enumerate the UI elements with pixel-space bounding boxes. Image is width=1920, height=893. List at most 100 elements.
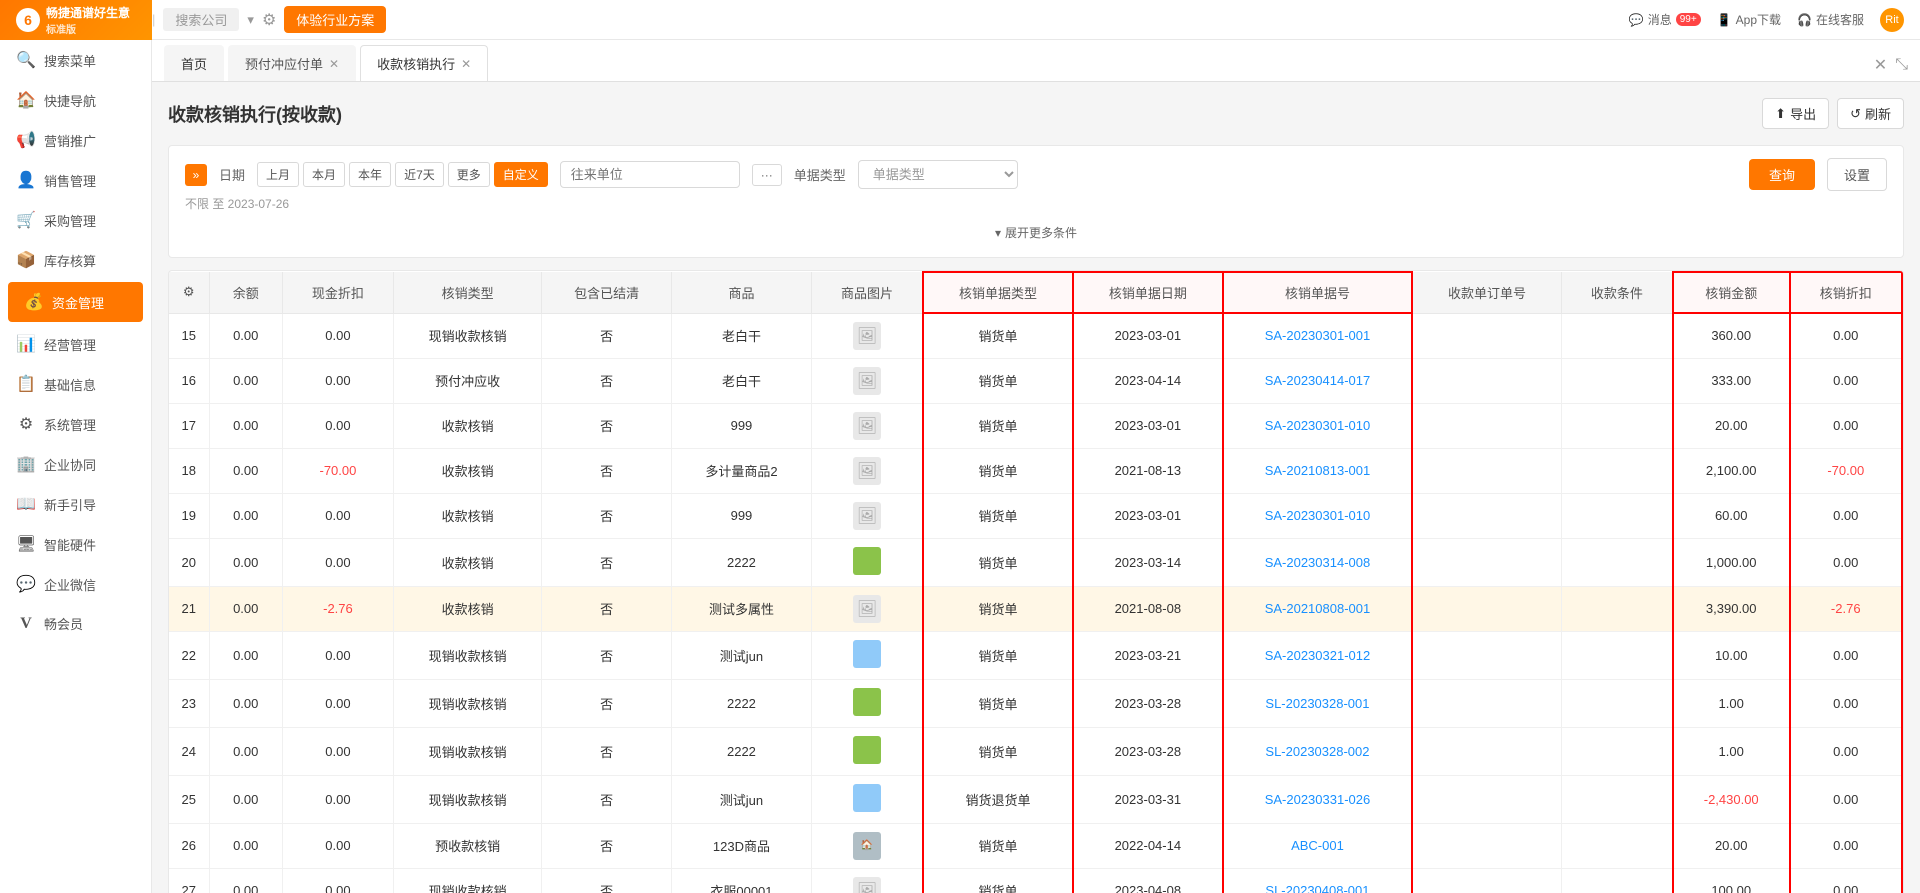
cancel-bill-no-link[interactable]: SA-20230301-010 [1265, 508, 1371, 523]
receipt-type-select[interactable]: 单据类型 [858, 160, 1018, 189]
messages-btn[interactable]: 💬 消息 99+ [1629, 11, 1701, 28]
cell-cancel-type: 现销收款核销 [393, 727, 541, 775]
cell-cancel-type: 预付冲应收 [393, 358, 541, 403]
cancel-bill-no-link[interactable]: SL-20230328-001 [1265, 696, 1369, 711]
sidebar-item-quick-nav[interactable]: 🏠 快捷导航 [0, 80, 151, 120]
user-avatar[interactable]: Rit [1880, 8, 1904, 32]
expand-more-btn[interactable]: ▾ 展开更多条件 [185, 220, 1887, 245]
gear-icon[interactable]: ⚙ [262, 10, 276, 30]
sidebar-item-marketing[interactable]: 📢 营销推广 [0, 120, 151, 160]
cancel-bill-no-link[interactable]: SA-20230301-010 [1265, 418, 1371, 433]
cell-receipt-condition [1561, 868, 1673, 893]
cell-balance: 0.00 [209, 727, 282, 775]
filter-expand-btn[interactable]: » [185, 164, 207, 186]
cancel-bill-no-link[interactable]: SA-20210808-001 [1265, 601, 1371, 616]
tab-expand-icon[interactable]: ⤡ [1895, 56, 1908, 74]
tab-home[interactable]: 首页 [164, 45, 224, 81]
tab-prepay-close[interactable]: ✕ [329, 57, 339, 71]
cancel-bill-no-link[interactable]: SL-20230408-001 [1265, 883, 1369, 893]
cell-include-settled: 否 [542, 727, 672, 775]
cell-cancel-bill-no[interactable]: SA-20230331-026 [1223, 775, 1412, 823]
table-row: 24 0.00 0.00 现销收款核销 否 2222 销货单 2023-03-2… [169, 727, 1902, 775]
refresh-btn[interactable]: ↺ 刷新 [1837, 98, 1904, 129]
setting-btn[interactable]: 设置 [1827, 158, 1887, 191]
export-btn[interactable]: ⬆ 导出 [1762, 98, 1829, 129]
cell-cancel-bill-no[interactable]: SA-20230301-010 [1223, 493, 1412, 538]
cell-cancel-bill-no[interactable]: SL-20230408-001 [1223, 868, 1412, 893]
sidebar-label-enterprise: 企业协同 [44, 455, 96, 474]
cell-cancel-type: 收款核销 [393, 586, 541, 631]
refresh-label: 刷新 [1865, 104, 1891, 123]
cell-cancel-bill-no[interactable]: SL-20230328-001 [1223, 679, 1412, 727]
cell-cash-discount: 0.00 [282, 823, 393, 868]
cell-cancel-bill-date: 2023-03-28 [1073, 679, 1223, 727]
cell-cancel-bill-no[interactable]: ABC-001 [1223, 823, 1412, 868]
cell-cancel-bill-no[interactable]: SA-20210813-001 [1223, 448, 1412, 493]
sidebar-item-hardware[interactable]: 🖥 智能硬件 [0, 524, 151, 564]
sidebar-item-inventory[interactable]: 📦 库存核算 [0, 240, 151, 280]
ellipsis-btn[interactable]: ··· [752, 164, 782, 186]
cell-cancel-bill-type: 销货单 [923, 631, 1073, 679]
cancel-bill-no-link[interactable]: ABC-001 [1291, 838, 1344, 853]
cancel-bill-no-link[interactable]: SA-20230301-001 [1265, 328, 1371, 343]
sidebar-item-enterprise[interactable]: 🏢 企业协同 [0, 444, 151, 484]
product-img-photo [853, 640, 881, 668]
online-service-btn[interactable]: 🎧 在线客服 [1797, 11, 1864, 28]
cell-cash-discount: -70.00 [282, 448, 393, 493]
cell-cancel-type: 预收款核销 [393, 823, 541, 868]
sidebar-item-member[interactable]: V 畅会员 [0, 604, 151, 643]
cell-product-img: 🖼 [811, 586, 923, 631]
col-setting[interactable]: ⚙ [169, 272, 209, 313]
cell-cancel-bill-no[interactable]: SA-20230321-012 [1223, 631, 1412, 679]
date-btn-last-month[interactable]: 上月 [257, 162, 299, 187]
cancel-bill-no-link[interactable]: SL-20230328-002 [1265, 744, 1369, 759]
sidebar-item-system[interactable]: ⚙ 系统管理 [0, 404, 151, 444]
cell-cancel-bill-no[interactable]: SA-20230414-017 [1223, 358, 1412, 403]
dropdown-icon[interactable]: ▾ [247, 12, 254, 28]
cancel-bill-no-link[interactable]: SA-20230414-017 [1265, 373, 1371, 388]
cell-cancel-amount: 1.00 [1673, 679, 1790, 727]
cancel-bill-no-link[interactable]: SA-20210813-001 [1265, 463, 1371, 478]
query-btn[interactable]: 查询 [1749, 159, 1815, 190]
cancel-bill-no-link[interactable]: SA-20230314-008 [1265, 555, 1371, 570]
data-table-container: ⚙ 余额 现金折扣 核销类型 包含已结清 商品 商品图片 核销单据类型 核销单据… [168, 270, 1904, 893]
sidebar-item-finance[interactable]: 💰 资金管理 [8, 282, 143, 322]
sidebar-item-basic-info[interactable]: 📋 基础信息 [0, 364, 151, 404]
date-btn-7days[interactable]: 近7天 [395, 162, 444, 187]
cancel-bill-no-link[interactable]: SA-20230331-026 [1265, 792, 1371, 807]
sidebar-item-sales[interactable]: 👤 销售管理 [0, 160, 151, 200]
sidebar-item-guide[interactable]: 📖 新手引导 [0, 484, 151, 524]
hardware-icon: 🖥 [16, 534, 36, 554]
cell-cash-discount: 0.00 [282, 313, 393, 358]
table-row: 25 0.00 0.00 现销收款核销 否 测试jun 销货退货单 2023-0… [169, 775, 1902, 823]
tab-receipt-cancel[interactable]: 收款核销执行 ✕ [360, 45, 488, 81]
cancel-bill-no-link[interactable]: SA-20230321-012 [1265, 648, 1371, 663]
date-btn-this-year[interactable]: 本年 [349, 162, 391, 187]
cell-cancel-bill-no[interactable]: SA-20230301-010 [1223, 403, 1412, 448]
sidebar-item-purchase[interactable]: 🛒 采购管理 [0, 200, 151, 240]
cell-cancel-bill-no[interactable]: SL-20230328-002 [1223, 727, 1412, 775]
sidebar-label-guide: 新手引导 [44, 495, 96, 514]
sidebar-item-search[interactable]: 🔍 搜索菜单 [0, 40, 151, 80]
cell-balance: 0.00 [209, 403, 282, 448]
industry-btn[interactable]: 体验行业方案 [284, 6, 386, 33]
sales-icon: 👤 [16, 170, 36, 190]
tab-prepay[interactable]: 预付冲应付单 ✕ [228, 45, 356, 81]
sidebar-label-system: 系统管理 [44, 415, 96, 434]
cell-cancel-bill-type: 销货单 [923, 679, 1073, 727]
date-btn-custom[interactable]: 自定义 [494, 162, 548, 187]
app-download-btn[interactable]: 📱 App下载 [1717, 11, 1781, 28]
sidebar-item-business[interactable]: 📊 经营管理 [0, 324, 151, 364]
cell-cancel-bill-no[interactable]: SA-20230301-001 [1223, 313, 1412, 358]
cell-cancel-bill-no[interactable]: SA-20210808-001 [1223, 586, 1412, 631]
tab-close-all-icon[interactable]: ✕ [1874, 55, 1887, 75]
cell-include-settled: 否 [542, 448, 672, 493]
cell-no: 22 [169, 631, 209, 679]
from-unit-input[interactable] [560, 161, 740, 188]
cell-cancel-discount: 0.00 [1790, 313, 1903, 358]
date-btn-this-month[interactable]: 本月 [303, 162, 345, 187]
cell-cancel-bill-no[interactable]: SA-20230314-008 [1223, 538, 1412, 586]
date-btn-more[interactable]: 更多 [448, 162, 490, 187]
sidebar-item-wechat[interactable]: 💬 企业微信 [0, 564, 151, 604]
tab-receipt-cancel-close[interactable]: ✕ [461, 57, 471, 71]
